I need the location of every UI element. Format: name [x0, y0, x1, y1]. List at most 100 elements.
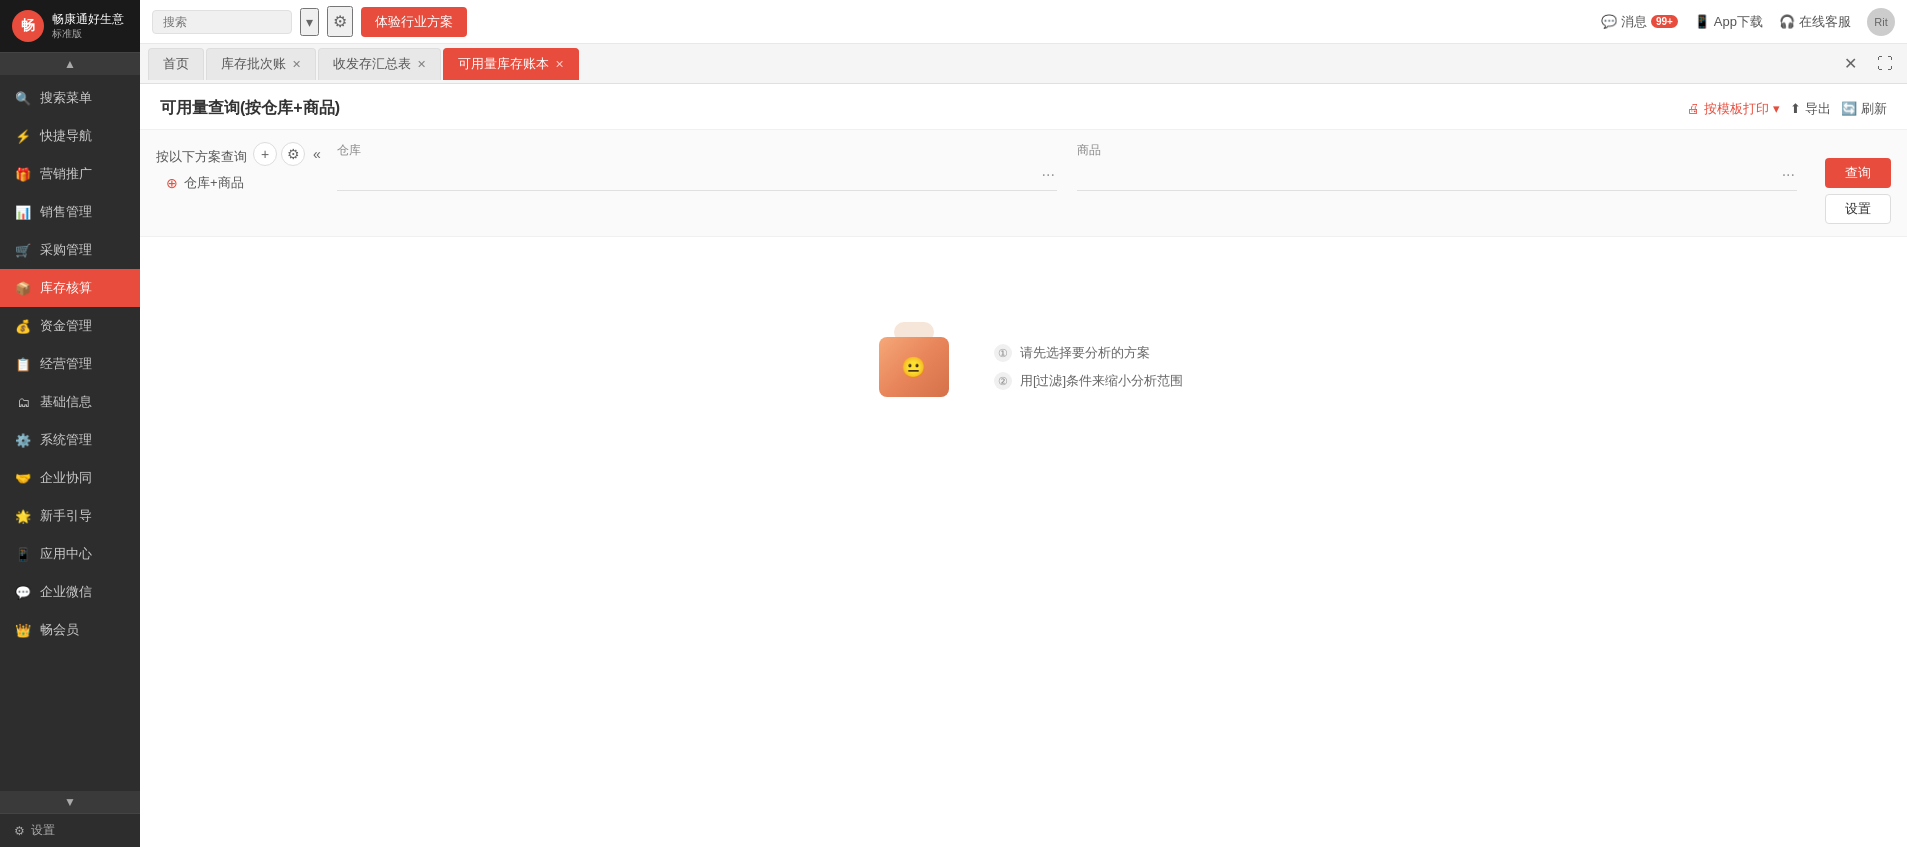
export-label: 导出 [1805, 100, 1831, 118]
tabbar-expand-button[interactable]: ⛶ [1871, 53, 1899, 75]
tip-num-1: ① [994, 344, 1012, 362]
sidebar-item-search[interactable]: 🔍 搜索菜单 [0, 79, 140, 117]
tabbar: 首页 库存批次账 ✕ 收发存汇总表 ✕ 可用量库存账本 ✕ ✕ ⛶ [140, 44, 1907, 84]
search-input[interactable] [152, 10, 292, 34]
sidebar-item-marketing[interactable]: 🎁 营销推广 [0, 155, 140, 193]
tab-collect-summary-close[interactable]: ✕ [417, 58, 426, 71]
goods-more-button[interactable]: ··· [1780, 164, 1797, 186]
tab-available-ledger[interactable]: 可用量库存账本 ✕ [443, 48, 579, 80]
sidebar-item-company[interactable]: 🤝 企业协同 [0, 459, 140, 497]
filter-left: 按以下方案查询 + ⚙ « ⊕ 仓库+商品 [156, 142, 325, 196]
print-dropdown-icon[interactable]: ▾ [1773, 101, 1780, 116]
inventory-icon: 📦 [14, 281, 32, 296]
sidebar-app-version: 标准版 [52, 27, 124, 41]
sidebar-item-finance[interactable]: 💰 资金管理 [0, 307, 140, 345]
scheme-icon: ⊕ [166, 175, 178, 191]
sidebar-item-appstore-label: 应用中心 [40, 545, 92, 563]
topbar: ▾ ⚙ 体验行业方案 💬 消息 99+ 📱 App下载 🎧 在线客服 Rit [140, 0, 1907, 44]
filter-collapse-button[interactable]: « [309, 144, 325, 164]
filter-settings-button[interactable]: ⚙ [281, 142, 305, 166]
sidebar-item-wechat-label: 企业微信 [40, 583, 92, 601]
tab-collect-summary[interactable]: 收发存汇总表 ✕ [318, 48, 441, 80]
online-service-item[interactable]: 🎧 在线客服 [1779, 13, 1851, 31]
page-actions: 🖨 按模板打印 ▾ ⬆ 导出 🔄 刷新 [1687, 100, 1887, 118]
company-icon: 🤝 [14, 471, 32, 486]
main-area: ▾ ⚙ 体验行业方案 💬 消息 99+ 📱 App下载 🎧 在线客服 Rit [140, 0, 1907, 847]
sidebar-item-base[interactable]: 🗂 基础信息 [0, 383, 140, 421]
app-download-label: App下载 [1714, 13, 1763, 31]
topbar-right: 💬 消息 99+ 📱 App下载 🎧 在线客服 Rit [1601, 8, 1895, 36]
appstore-icon: 📱 [14, 547, 32, 562]
experience-button[interactable]: 体验行业方案 [361, 7, 467, 37]
search-icon: 🔍 [14, 91, 32, 106]
filter-scheme-label: 仓库+商品 [184, 174, 244, 192]
sidebar-item-shortcut[interactable]: ⚡ 快捷导航 [0, 117, 140, 155]
sidebar-scroll-up[interactable]: ▲ [0, 53, 140, 75]
warehouse-label: 仓库 [337, 142, 1057, 159]
warehouse-more-button[interactable]: ··· [1040, 164, 1057, 186]
tip-num-2: ② [994, 372, 1012, 390]
sidebar-item-newbie-label: 新手引导 [40, 507, 92, 525]
sidebar-item-shortcut-label: 快捷导航 [40, 127, 92, 145]
tab-available-ledger-close[interactable]: ✕ [555, 58, 564, 71]
sidebar-item-inventory-label: 库存核算 [40, 279, 92, 297]
sidebar-item-purchase[interactable]: 🛒 采购管理 [0, 231, 140, 269]
filter-scheme-item[interactable]: ⊕ 仓库+商品 [156, 170, 325, 196]
gear-button[interactable]: ⚙ [327, 6, 353, 37]
message-icon: 💬 [1601, 14, 1617, 29]
message-item[interactable]: 💬 消息 99+ [1601, 13, 1678, 31]
sidebar-item-sales[interactable]: 📊 销售管理 [0, 193, 140, 231]
sales-icon: 📊 [14, 205, 32, 220]
sidebar-footer[interactable]: ⚙ 设置 [0, 813, 140, 847]
sidebar-scroll-down[interactable]: ▼ [0, 791, 140, 813]
empty-tip-1: ① 请先选择要分析的方案 [994, 344, 1183, 362]
warehouse-input[interactable] [337, 163, 1040, 186]
app-download-item[interactable]: 📱 App下载 [1694, 13, 1763, 31]
user-avatar[interactable]: Rit [1867, 8, 1895, 36]
sidebar-nav: 🔍 搜索菜单 ⚡ 快捷导航 🎁 营销推广 📊 销售管理 🛒 采购管理 📦 库存核… [0, 75, 140, 791]
print-button[interactable]: 🖨 按模板打印 ▾ [1687, 100, 1780, 118]
sidebar-item-wechat[interactable]: 💬 企业微信 [0, 573, 140, 611]
sidebar-app-name: 畅康通好生意 [52, 11, 124, 28]
tabbar-close-button[interactable]: ✕ [1838, 52, 1863, 75]
sidebar-item-operation-label: 经营管理 [40, 355, 92, 373]
message-badge: 99+ [1651, 15, 1678, 28]
filter-add-button[interactable]: + [253, 142, 277, 166]
sidebar-item-newbie[interactable]: 🌟 新手引导 [0, 497, 140, 535]
sidebar-logo: 畅 [12, 10, 44, 42]
purchase-icon: 🛒 [14, 243, 32, 258]
empty-state-content: 😐 ① 请先选择要分析的方案 ② 用[过滤]条件来缩小分析范围 [864, 317, 1183, 417]
tab-home[interactable]: 首页 [148, 48, 204, 80]
app-download-icon: 📱 [1694, 14, 1710, 29]
refresh-button[interactable]: 🔄 刷新 [1841, 100, 1887, 118]
tab-batch-account-close[interactable]: ✕ [292, 58, 301, 71]
tab-collect-summary-label: 收发存汇总表 [333, 55, 411, 73]
query-button[interactable]: 查询 [1825, 158, 1891, 188]
page-title: 可用量查询(按仓库+商品) [160, 98, 340, 119]
sidebar-item-purchase-label: 采购管理 [40, 241, 92, 259]
base-icon: 🗂 [14, 395, 32, 410]
sidebar-item-company-label: 企业协同 [40, 469, 92, 487]
empty-tips: ① 请先选择要分析的方案 ② 用[过滤]条件来缩小分析范围 [994, 344, 1183, 390]
sidebar-item-operation[interactable]: 📋 经营管理 [0, 345, 140, 383]
sidebar-item-system[interactable]: ⚙️ 系统管理 [0, 421, 140, 459]
empty-tip-2-text: 用[过滤]条件来缩小分析范围 [1020, 372, 1183, 390]
sidebar-item-appstore[interactable]: 📱 应用中心 [0, 535, 140, 573]
tab-batch-account-label: 库存批次账 [221, 55, 286, 73]
wechat-icon: 💬 [14, 585, 32, 600]
empty-tip-1-text: 请先选择要分析的方案 [1020, 344, 1150, 362]
dropdown-button[interactable]: ▾ [300, 8, 319, 36]
newbie-icon: 🌟 [14, 509, 32, 524]
system-icon: ⚙️ [14, 433, 32, 448]
goods-input[interactable] [1077, 163, 1780, 186]
empty-box-face: 😐 [901, 355, 926, 379]
tab-batch-account[interactable]: 库存批次账 ✕ [206, 48, 316, 80]
marketing-icon: 🎁 [14, 167, 32, 182]
sidebar-item-vip[interactable]: 👑 畅会员 [0, 611, 140, 649]
sidebar-item-marketing-label: 营销推广 [40, 165, 92, 183]
export-button[interactable]: ⬆ 导出 [1790, 100, 1831, 118]
sidebar-item-inventory[interactable]: 📦 库存核算 [0, 269, 140, 307]
settings-button[interactable]: 设置 [1825, 194, 1891, 224]
message-label: 消息 [1621, 13, 1647, 31]
refresh-label: 刷新 [1861, 100, 1887, 118]
